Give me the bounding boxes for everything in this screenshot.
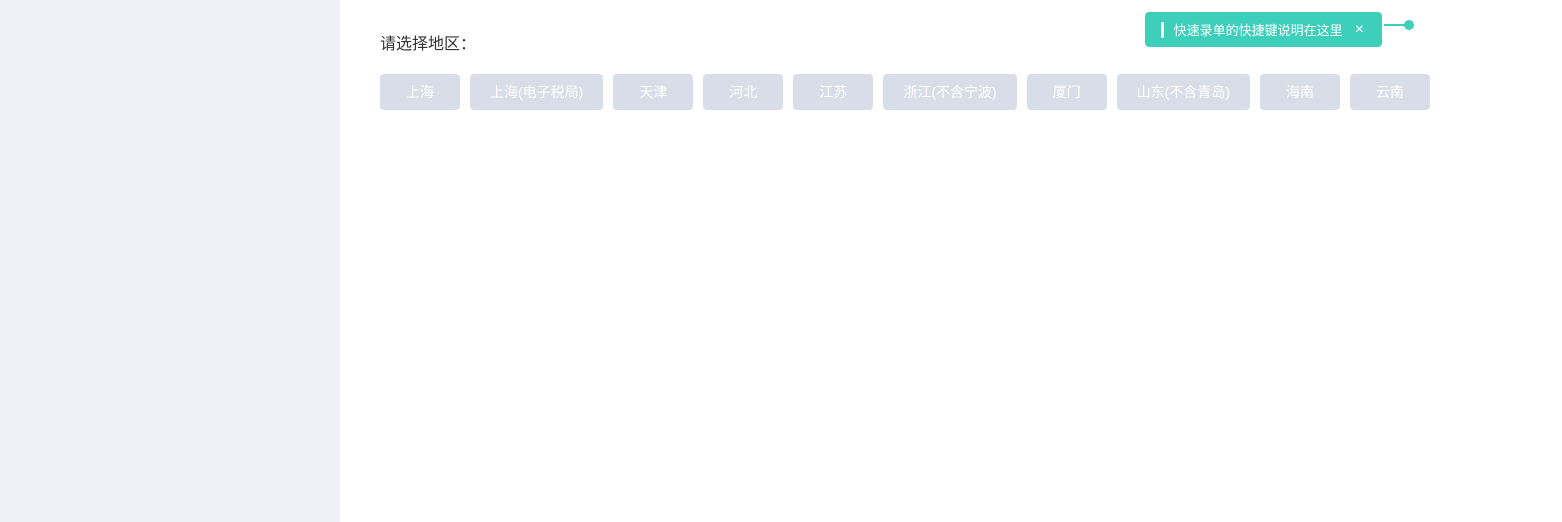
region-button-tianjin[interactable]: 天津 [613,74,693,110]
tooltip-bar [1161,22,1164,38]
region-button-jiangsu[interactable]: 江苏 [793,74,873,110]
region-buttons: 上海上海(电子税局) 天津河北江苏浙江(不含宁波) 厦门山东(不含青岛) 海南云南 [380,74,1522,110]
tooltip-close-button[interactable]: × [1353,22,1366,38]
region-button-hainan[interactable]: 海南 [1260,74,1340,110]
main-content: 请选择地区： 上海上海(电子税局)天津河北江苏浙江(不含宁波)厦门山东(不含青岛… [340,0,1562,522]
region-button-xiamen[interactable]: 厦门 [1027,74,1107,110]
tooltip-banner: 快速录单的快捷键说明在这里 × [1145,12,1382,47]
tooltip-text: 快速录单的快捷键说明在这里 [1174,20,1343,39]
region-button-hebei[interactable]: 河北 [703,74,783,110]
left-sidebar [0,0,340,522]
region-button-shandong[interactable]: 山东(不含青岛) [1117,74,1250,110]
region-button-shanghai-etax[interactable]: 上海(电子税局) [470,74,603,110]
region-button-shanghai[interactable]: 上海 [380,74,460,110]
tooltip-dot [1404,20,1414,30]
region-button-zhejiang[interactable]: 浙江(不含宁波) [883,74,1016,110]
region-button-yunnan[interactable]: 云南 [1350,74,1430,110]
